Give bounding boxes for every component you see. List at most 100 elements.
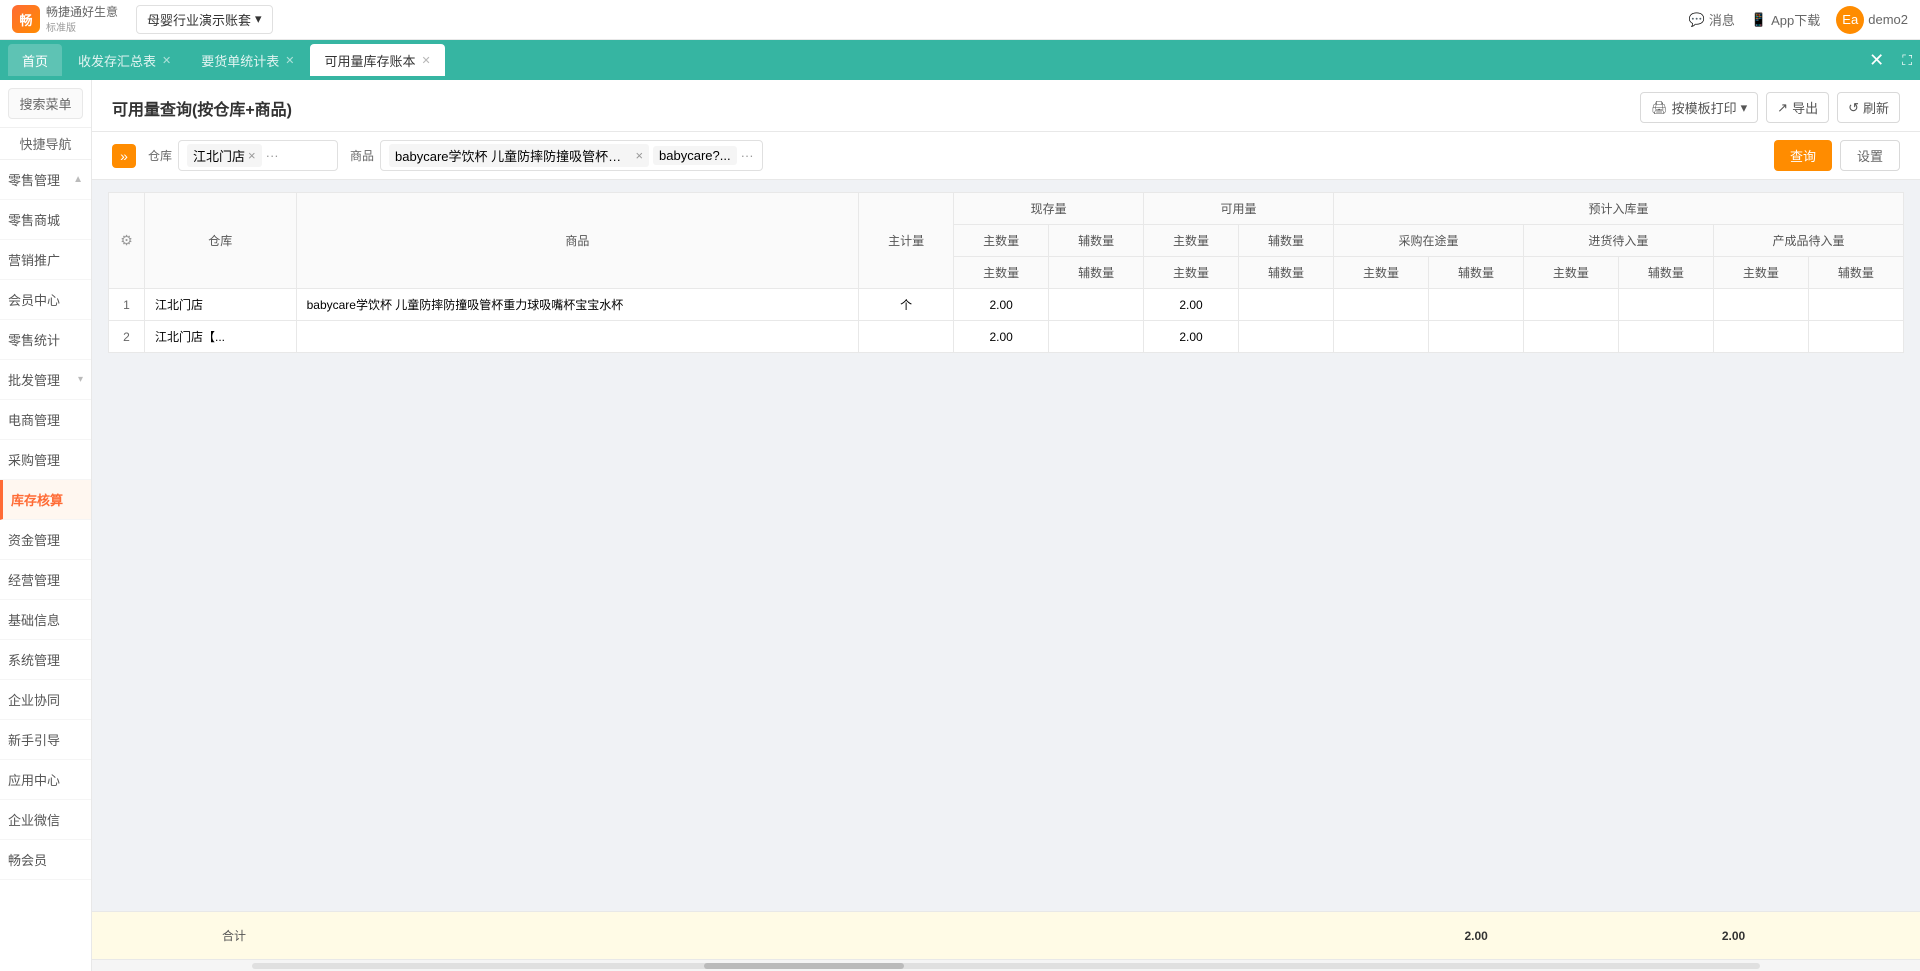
col-available: 可用量 xyxy=(1144,193,1334,225)
filter-bar: » 仓库 江北门店 × ··· 商品 babycare学饮杯 儿童防摔防撞吸管杯… xyxy=(92,132,1920,180)
remove-product-tag-1[interactable]: × xyxy=(635,148,643,163)
cell-purchase-aux xyxy=(1428,321,1523,353)
cell-product xyxy=(296,321,859,353)
sidebar: 搜索菜单 快捷导航 零售管理 ▲ 零售商城 营销推广 会员中心 零售统计 批发管… xyxy=(0,80,92,971)
sidebar-item-onboarding[interactable]: 新手引导 xyxy=(0,720,91,760)
filter-expand-btn[interactable]: » xyxy=(112,144,136,168)
summary-avail-main: 2.00 xyxy=(1645,920,1822,951)
sidebar-item-member[interactable]: 畅会员 xyxy=(0,840,91,880)
col-p-aux: 辅数量 xyxy=(1428,257,1523,289)
col-production-pending: 产成品待入量 xyxy=(1713,225,1903,257)
cell-purchase-main xyxy=(1334,289,1429,321)
cell-pending-aux xyxy=(1618,321,1713,353)
message-icon: 💬 xyxy=(1689,12,1705,28)
export-btn[interactable]: ↗ 导出 xyxy=(1766,92,1829,123)
tab-income-expense[interactable]: 收发存汇总表 ✕ xyxy=(64,44,185,76)
remove-warehouse-tag[interactable]: × xyxy=(248,148,256,163)
sidebar-item-purchase[interactable]: 采购管理 xyxy=(0,440,91,480)
settings-btn[interactable]: 设置 xyxy=(1840,140,1900,171)
sidebar-item-retail-mgmt[interactable]: 零售管理 ▲ xyxy=(0,160,91,200)
sidebar-item-enterprise-collab[interactable]: 企业协同 xyxy=(0,680,91,720)
col-avail-main: 主数量 xyxy=(1144,225,1239,257)
sidebar-item-member-center[interactable]: 会员中心 xyxy=(0,280,91,320)
sidebar-item-basic-info[interactable]: 基础信息 xyxy=(0,600,91,640)
product-input[interactable]: babycare学饮杯 儿童防摔防撞吸管杯重力球吸嘴杯宝宝水杯 × babyca… xyxy=(380,140,763,171)
message-btn[interactable]: 💬 消息 xyxy=(1689,10,1735,29)
quick-nav-btn[interactable]: 快捷导航 xyxy=(0,128,91,160)
tab-available-stock[interactable]: 可用量库存账本 ✕ xyxy=(310,44,444,76)
top-bar-left: 畅 畅捷通好生意 标准版 母婴行业演示账套 ▾ xyxy=(12,5,273,34)
content-area: 可用量查询(按仓库+商品) 🖨 按模板打印 ▾ ↗ 导出 ↺ 刷新 » xyxy=(92,80,1920,971)
col-stock-aux: 辅数量 xyxy=(1049,225,1144,257)
warehouse-tag: 江北门店 × xyxy=(187,144,262,167)
query-btn[interactable]: 查询 xyxy=(1774,140,1832,171)
cell-stock-aux xyxy=(1049,289,1144,321)
col-product: 商品 xyxy=(296,193,859,289)
brand-text-block: 畅捷通好生意 标准版 xyxy=(46,5,118,34)
product-tag-2: babycare?... xyxy=(653,146,737,165)
cell-pending-aux xyxy=(1618,289,1713,321)
table-row: 2 江北门店【... 2.00 2.00 xyxy=(109,321,1904,353)
brand-icon: 畅 xyxy=(12,5,40,33)
col-pp-main: 主数量 xyxy=(1713,257,1808,289)
sidebar-item-wholesale-mgmt[interactable]: 批发管理 ▾ xyxy=(0,360,91,400)
page-actions: 🖨 按模板打印 ▾ ↗ 导出 ↺ 刷新 xyxy=(1640,92,1900,123)
col-pp-aux: 辅数量 xyxy=(1808,257,1903,289)
scroll-bar-area xyxy=(92,959,1920,971)
search-menu-btn[interactable]: 搜索菜单 xyxy=(8,88,83,119)
print-icon: 🖨 xyxy=(1651,100,1668,116)
export-icon: ↗ xyxy=(1777,100,1788,116)
table-area: ⚙ 仓库 商品 主计量 现存量 可用量 预计入库量 主数量 辅数量 主数量 辅数… xyxy=(92,180,1920,911)
col-avail-aux: 辅数量 xyxy=(1239,225,1334,257)
close-tab-income[interactable]: ✕ xyxy=(162,54,171,67)
sidebar-item-marketing[interactable]: 营销推广 xyxy=(0,240,91,280)
col-stock-main: 主数量 xyxy=(954,225,1049,257)
sidebar-item-enterprise-wechat[interactable]: 企业微信 xyxy=(0,800,91,840)
scroll-thumb[interactable] xyxy=(704,963,904,969)
col-warehouse: 仓库 xyxy=(145,193,297,289)
app-download-btn[interactable]: 📱 App下载 xyxy=(1751,10,1820,29)
print-chevron-icon: ▾ xyxy=(1741,100,1748,116)
tab-home[interactable]: 首页 xyxy=(8,44,62,76)
product-filter: 商品 babycare学饮杯 儿童防摔防撞吸管杯重力球吸嘴杯宝宝水杯 × bab… xyxy=(350,140,763,171)
cell-stock-aux xyxy=(1049,321,1144,353)
sidebar-item-finance[interactable]: 资金管理 xyxy=(0,520,91,560)
top-bar-right: 💬 消息 📱 App下载 Ea demo2 xyxy=(1689,6,1908,34)
sidebar-item-inventory[interactable]: 库存核算 xyxy=(0,480,91,520)
close-tab-available-stock[interactable]: ✕ xyxy=(422,54,431,67)
sidebar-item-app-center[interactable]: 应用中心 xyxy=(0,760,91,800)
sidebar-item-system[interactable]: 系统管理 xyxy=(0,640,91,680)
sidebar-item-operations[interactable]: 经营管理 xyxy=(0,560,91,600)
col-pi-main: 主数量 xyxy=(1523,257,1618,289)
col-main-unit: 主计量 xyxy=(859,193,954,289)
user-menu[interactable]: Ea demo2 xyxy=(1836,6,1908,34)
print-btn[interactable]: 🖨 按模板打印 ▾ xyxy=(1640,92,1758,123)
sidebar-item-retail-stats[interactable]: 零售统计 xyxy=(0,320,91,360)
close-tab-requisition[interactable]: ✕ xyxy=(285,54,294,67)
gear-icon[interactable]: ⚙ xyxy=(120,232,133,248)
industry-selector[interactable]: 母婴行业演示账套 ▾ xyxy=(136,5,273,34)
window-close-btn[interactable]: ✕ xyxy=(1861,50,1892,71)
summary-stock-main: 2.00 xyxy=(1387,920,1564,951)
sidebar-item-retail-mall[interactable]: 零售商城 xyxy=(0,200,91,240)
sidebar-item-ecommerce[interactable]: 电商管理 xyxy=(0,400,91,440)
cell-warehouse: 江北门店【... xyxy=(145,321,297,353)
col-planned-in: 预计入库量 xyxy=(1334,193,1904,225)
summary-table: 合计 2.00 2.00 xyxy=(108,920,1904,951)
expand-icon-2: ▾ xyxy=(78,374,83,385)
tab-requisition[interactable]: 要货单统计表 ✕ xyxy=(187,44,308,76)
gear-header: ⚙ xyxy=(109,193,145,289)
warehouse-input[interactable]: 江北门店 × ··· xyxy=(178,140,338,171)
col-s-main: 主数量 xyxy=(954,257,1049,289)
warehouse-more-btn[interactable]: ··· xyxy=(266,148,279,163)
col-a-aux: 辅数量 xyxy=(1239,257,1334,289)
cell-unit xyxy=(859,321,954,353)
window-maximize-btn[interactable]: ⛶ xyxy=(1894,52,1920,69)
refresh-btn[interactable]: ↺ 刷新 xyxy=(1837,92,1900,123)
col-purchase-transit: 采购在途量 xyxy=(1334,225,1524,257)
cell-purchase-aux xyxy=(1428,289,1523,321)
product-more-btn[interactable]: ··· xyxy=(741,148,754,163)
cell-avail-main: 2.00 xyxy=(1144,321,1239,353)
filter-actions: 查询 设置 xyxy=(1774,140,1900,171)
product-tag-1: babycare学饮杯 儿童防摔防撞吸管杯重力球吸嘴杯宝宝水杯 × xyxy=(389,144,649,167)
